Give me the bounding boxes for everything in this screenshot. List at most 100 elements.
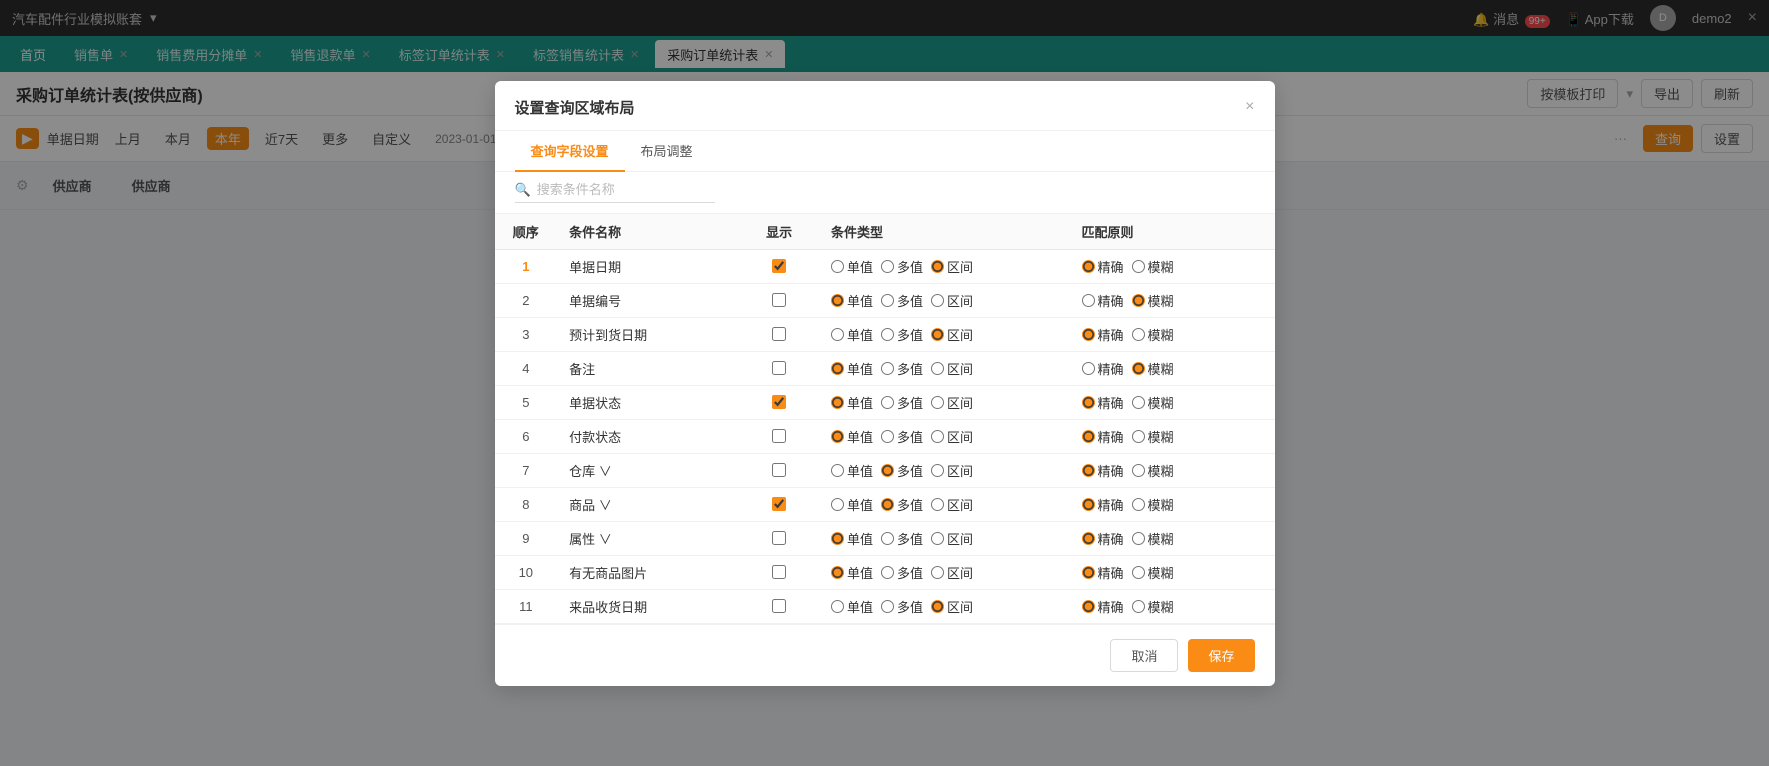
- tab-layout-adjust[interactable]: 布局调整: [625, 131, 709, 172]
- row-show[interactable]: [739, 555, 819, 589]
- type-radio-区间[interactable]: 区间: [931, 427, 973, 446]
- row-match[interactable]: 精确模糊: [1070, 351, 1275, 385]
- row-type[interactable]: 单值多值区间: [819, 453, 1070, 487]
- type-radio-区间[interactable]: 区间: [931, 359, 973, 378]
- row-show[interactable]: [739, 419, 819, 453]
- show-checkbox-5[interactable]: [772, 429, 786, 443]
- type-radio-单值[interactable]: 单值: [831, 495, 873, 514]
- match-radio-模糊[interactable]: 模糊: [1132, 325, 1174, 344]
- match-radio-精确[interactable]: 精确: [1082, 461, 1124, 480]
- match-radio-精确[interactable]: 精确: [1082, 359, 1124, 378]
- row-match[interactable]: 精确模糊: [1070, 521, 1275, 555]
- cancel-btn[interactable]: 取消: [1110, 639, 1178, 672]
- match-radio-模糊[interactable]: 模糊: [1132, 563, 1174, 582]
- type-radio-单值[interactable]: 单值: [831, 461, 873, 480]
- row-type[interactable]: 单值多值区间: [819, 283, 1070, 317]
- row-match[interactable]: 精确模糊: [1070, 283, 1275, 317]
- type-radio-多值[interactable]: 多值: [881, 529, 923, 548]
- match-radio-精确[interactable]: 精确: [1082, 495, 1124, 514]
- show-checkbox-3[interactable]: [772, 361, 786, 375]
- row-match[interactable]: 精确模糊: [1070, 419, 1275, 453]
- type-radio-多值[interactable]: 多值: [881, 359, 923, 378]
- type-radio-区间[interactable]: 区间: [931, 461, 973, 480]
- type-radio-区间[interactable]: 区间: [931, 257, 973, 276]
- match-radio-精确[interactable]: 精确: [1082, 257, 1124, 276]
- row-show[interactable]: [739, 351, 819, 385]
- match-radio-精确[interactable]: 精确: [1082, 563, 1124, 582]
- row-show[interactable]: [739, 385, 819, 419]
- row-match[interactable]: 精确模糊: [1070, 487, 1275, 521]
- show-checkbox-2[interactable]: [772, 327, 786, 341]
- row-show[interactable]: [739, 283, 819, 317]
- type-radio-多值[interactable]: 多值: [881, 461, 923, 480]
- modal-close-btn[interactable]: ×: [1245, 98, 1254, 116]
- match-radio-精确[interactable]: 精确: [1082, 597, 1124, 616]
- show-checkbox-6[interactable]: [772, 463, 786, 477]
- type-radio-单值[interactable]: 单值: [831, 291, 873, 310]
- type-radio-区间[interactable]: 区间: [931, 597, 973, 616]
- match-radio-精确[interactable]: 精确: [1082, 427, 1124, 446]
- type-radio-区间[interactable]: 区间: [931, 529, 973, 548]
- type-radio-区间[interactable]: 区间: [931, 563, 973, 582]
- row-show[interactable]: [739, 589, 819, 623]
- type-radio-单值[interactable]: 单值: [831, 529, 873, 548]
- type-radio-区间[interactable]: 区间: [931, 495, 973, 514]
- row-match[interactable]: 精确模糊: [1070, 385, 1275, 419]
- type-radio-单值[interactable]: 单值: [831, 597, 873, 616]
- type-radio-多值[interactable]: 多值: [881, 495, 923, 514]
- row-type[interactable]: 单值多值区间: [819, 249, 1070, 283]
- row-show[interactable]: [739, 453, 819, 487]
- show-checkbox-10[interactable]: [772, 599, 786, 613]
- match-radio-精确[interactable]: 精确: [1082, 325, 1124, 344]
- row-match[interactable]: 精确模糊: [1070, 555, 1275, 589]
- match-radio-模糊[interactable]: 模糊: [1132, 529, 1174, 548]
- match-radio-模糊[interactable]: 模糊: [1132, 257, 1174, 276]
- type-radio-多值[interactable]: 多值: [881, 325, 923, 344]
- show-checkbox-0[interactable]: [772, 259, 786, 273]
- type-radio-多值[interactable]: 多值: [881, 393, 923, 412]
- type-radio-多值[interactable]: 多值: [881, 563, 923, 582]
- type-radio-单值[interactable]: 单值: [831, 359, 873, 378]
- match-radio-模糊[interactable]: 模糊: [1132, 461, 1174, 480]
- search-input[interactable]: [537, 182, 697, 197]
- type-radio-多值[interactable]: 多值: [881, 597, 923, 616]
- row-show[interactable]: [739, 317, 819, 351]
- show-checkbox-8[interactable]: [772, 531, 786, 545]
- type-radio-多值[interactable]: 多值: [881, 257, 923, 276]
- match-radio-模糊[interactable]: 模糊: [1132, 359, 1174, 378]
- save-btn[interactable]: 保存: [1188, 639, 1254, 672]
- row-show[interactable]: [739, 487, 819, 521]
- match-radio-模糊[interactable]: 模糊: [1132, 291, 1174, 310]
- row-type[interactable]: 单值多值区间: [819, 419, 1070, 453]
- type-radio-区间[interactable]: 区间: [931, 325, 973, 344]
- type-radio-多值[interactable]: 多值: [881, 291, 923, 310]
- row-match[interactable]: 精确模糊: [1070, 589, 1275, 623]
- match-radio-模糊[interactable]: 模糊: [1132, 495, 1174, 514]
- row-type[interactable]: 单值多值区间: [819, 521, 1070, 555]
- type-radio-单值[interactable]: 单值: [831, 325, 873, 344]
- match-radio-模糊[interactable]: 模糊: [1132, 427, 1174, 446]
- type-radio-区间[interactable]: 区间: [931, 393, 973, 412]
- row-type[interactable]: 单值多值区间: [819, 487, 1070, 521]
- tab-query-fields[interactable]: 查询字段设置: [515, 131, 625, 172]
- match-radio-精确[interactable]: 精确: [1082, 393, 1124, 412]
- type-radio-区间[interactable]: 区间: [931, 291, 973, 310]
- show-checkbox-1[interactable]: [772, 293, 786, 307]
- match-radio-精确[interactable]: 精确: [1082, 291, 1124, 310]
- match-radio-模糊[interactable]: 模糊: [1132, 597, 1174, 616]
- row-match[interactable]: 精确模糊: [1070, 249, 1275, 283]
- type-radio-多值[interactable]: 多值: [881, 427, 923, 446]
- show-checkbox-9[interactable]: [772, 565, 786, 579]
- match-radio-模糊[interactable]: 模糊: [1132, 393, 1174, 412]
- row-show[interactable]: [739, 521, 819, 555]
- row-type[interactable]: 单值多值区间: [819, 385, 1070, 419]
- row-type[interactable]: 单值多值区间: [819, 317, 1070, 351]
- row-match[interactable]: 精确模糊: [1070, 453, 1275, 487]
- row-type[interactable]: 单值多值区间: [819, 555, 1070, 589]
- type-radio-单值[interactable]: 单值: [831, 563, 873, 582]
- type-radio-单值[interactable]: 单值: [831, 427, 873, 446]
- row-match[interactable]: 精确模糊: [1070, 317, 1275, 351]
- row-show[interactable]: [739, 249, 819, 283]
- row-type[interactable]: 单值多值区间: [819, 589, 1070, 623]
- match-radio-精确[interactable]: 精确: [1082, 529, 1124, 548]
